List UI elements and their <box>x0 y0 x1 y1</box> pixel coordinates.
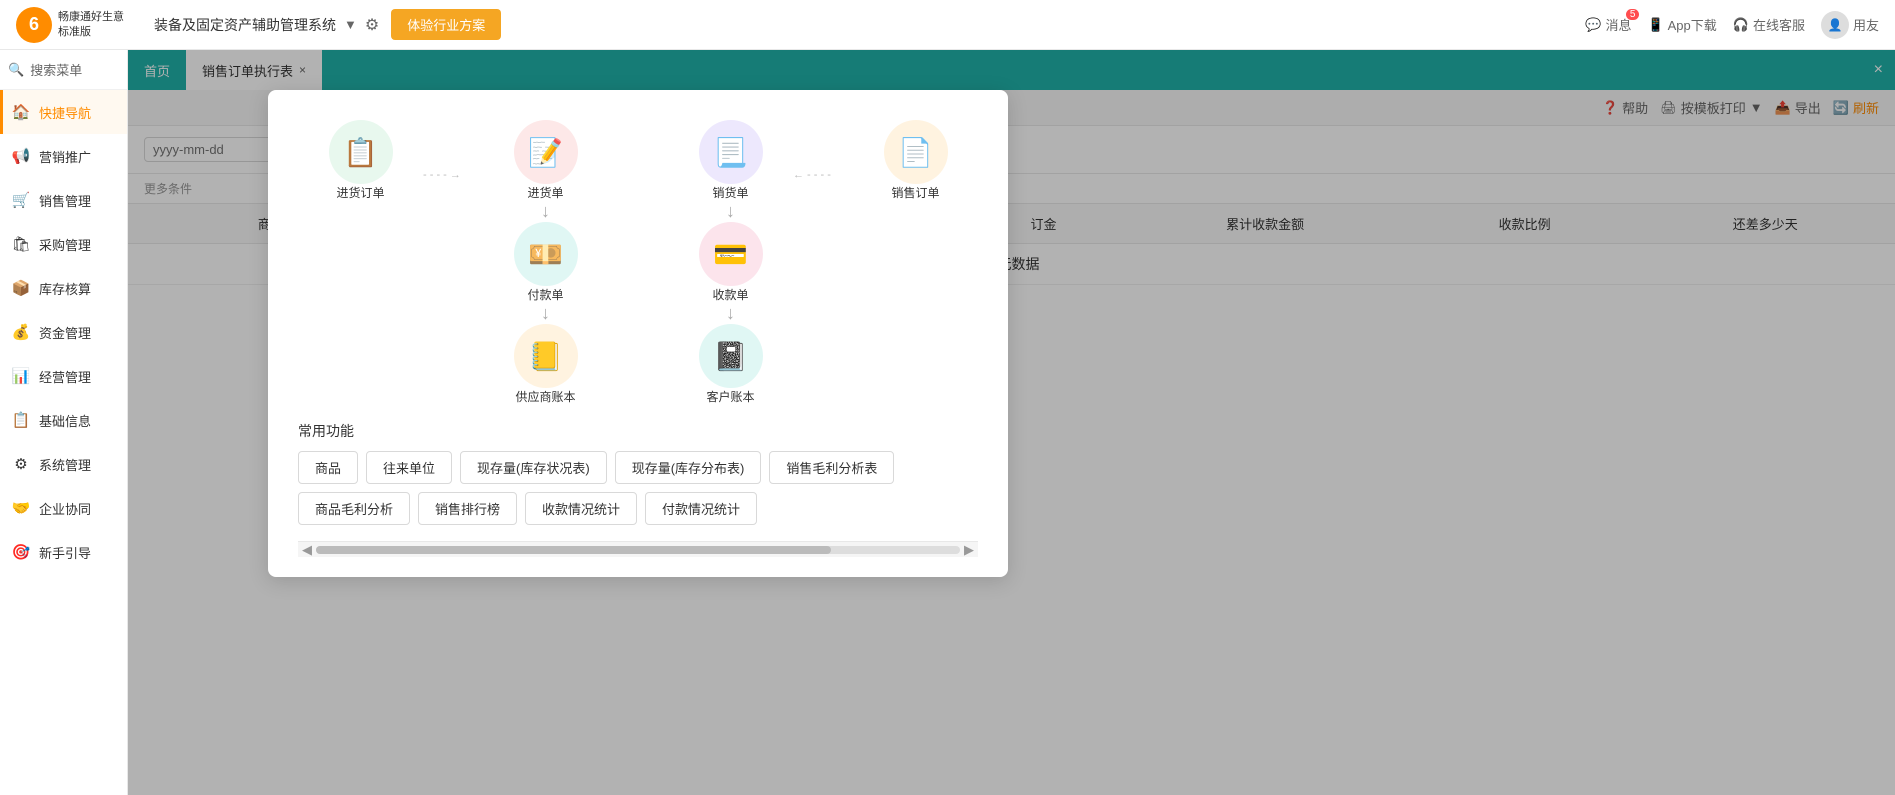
purchase-icon: 🛍 <box>11 234 31 254</box>
common-btn-stock-status[interactable]: 现存量(库存状况表) <box>460 451 607 484</box>
receipt-node[interactable]: 💳 <box>699 222 763 286</box>
scroll-track[interactable] <box>316 546 960 554</box>
purchase-order-label: 进货订单 <box>336 184 384 201</box>
receipt-label: 收款单 <box>712 286 748 303</box>
message-btn[interactable]: 💬 消息 5 <box>1585 15 1631 34</box>
supplier-ledger-icon: 📒 <box>528 340 563 373</box>
avatar: 👤 <box>1821 11 1849 39</box>
sidebar-item-inventory[interactable]: 📦 库存核算 <box>0 266 127 310</box>
common-btn-stock-dist[interactable]: 现存量(库存分布表) <box>615 451 762 484</box>
service-icon: 🎧 <box>1733 17 1749 33</box>
customer-ledger-icon: 📓 <box>713 340 748 373</box>
marketing-icon: 📢 <box>11 146 31 166</box>
sales-order-node[interactable]: 📄 <box>884 120 948 184</box>
sidebar-item-finance[interactable]: 💰 资金管理 <box>0 310 127 354</box>
system-title: 装备及固定资产辅助管理系统 <box>154 15 336 35</box>
receipt-icon: 💳 <box>713 238 748 271</box>
download-icon: 📱 <box>1647 17 1663 33</box>
app-logo: 6 <box>16 7 52 43</box>
quick-nav-icon: 🏠 <box>11 102 31 122</box>
payment-node[interactable]: 💴 <box>514 222 578 286</box>
user-area[interactable]: 👤 用友 <box>1821 11 1879 39</box>
sidebar-item-guide[interactable]: 🎯 新手引导 <box>0 530 127 574</box>
system-dropdown[interactable]: ▼ <box>344 17 357 32</box>
common-btn-sales-gross[interactable]: 销售毛利分析表 <box>769 451 894 484</box>
trial-button[interactable]: 体验行业方案 <box>391 9 501 40</box>
sales-bill-node[interactable]: 📃 <box>699 120 763 184</box>
purchase-order-icon: 📋 <box>343 136 378 169</box>
logo-text: 畅康通好生意 标准版 <box>58 10 124 39</box>
sidebar-item-basic[interactable]: 📋 基础信息 <box>0 398 127 442</box>
customer-ledger-node[interactable]: 📓 <box>699 324 763 388</box>
finance-icon: 💰 <box>11 322 31 342</box>
common-btn-parties[interactable]: 往来单位 <box>366 451 452 484</box>
scroll-right-btn[interactable]: ▶ <box>964 542 974 558</box>
system-icon: ⚙ <box>11 454 31 474</box>
payment-label: 付款单 <box>527 286 563 303</box>
sidebar-item-enterprise[interactable]: 🤝 企业协同 <box>0 486 127 530</box>
purchase-order-node[interactable]: 📋 <box>329 120 393 184</box>
message-icon: 💬 <box>1585 17 1601 33</box>
sales-icon: 🛒 <box>11 190 31 210</box>
inventory-icon: 📦 <box>11 278 31 298</box>
flow-modal: 📋 进货订单 - - - - → 📝 <box>268 90 1008 577</box>
settings-icon[interactable]: ⚙ <box>365 15 379 35</box>
sidebar-item-quick-nav[interactable]: 🏠 快捷导航 <box>0 90 127 134</box>
purchase-bill-label: 进货单 <box>527 184 563 201</box>
common-btn-sales-rank[interactable]: 销售排行榜 <box>418 492 517 525</box>
basic-icon: 📋 <box>11 410 31 430</box>
common-btn-product[interactable]: 商品 <box>298 451 358 484</box>
online-service-btn[interactable]: 🎧 在线客服 <box>1733 15 1805 34</box>
common-btn-product-gross[interactable]: 商品毛利分析 <box>298 492 410 525</box>
message-badge: 5 <box>1626 9 1640 20</box>
scroll-left-btn[interactable]: ◀ <box>302 542 312 558</box>
common-btn-receipt-stats[interactable]: 收款情况统计 <box>525 492 637 525</box>
common-functions: 常用功能 商品 往来单位 现存量(库存状况表) 现存量(库存分布表) 销售毛利分… <box>298 421 978 525</box>
supplier-ledger-label: 供应商账本 <box>515 388 575 405</box>
enterprise-icon: 🤝 <box>11 498 31 518</box>
sales-order-icon: 📄 <box>898 136 933 169</box>
scroll-thumb <box>316 546 831 554</box>
payment-icon: 💴 <box>528 238 563 271</box>
sidebar-item-operations[interactable]: 📊 经营管理 <box>0 354 127 398</box>
purchase-bill-node[interactable]: 📝 <box>514 120 578 184</box>
sales-bill-label: 销货单 <box>712 184 748 201</box>
scroll-bar: ◀ ▶ <box>298 541 978 557</box>
sales-bill-icon: 📃 <box>713 136 748 169</box>
sidebar-item-system[interactable]: ⚙ 系统管理 <box>0 442 127 486</box>
sidebar-item-marketing[interactable]: 📢 营销推广 <box>0 134 127 178</box>
purchase-bill-icon: 📝 <box>528 136 563 169</box>
sidebar-menu: 🏠 快捷导航 📢 营销推广 🛒 销售管理 🛍 采购管理 📦 库存核 <box>0 90 127 795</box>
flow-modal-overlay: 📋 进货订单 - - - - → 📝 <box>128 50 1895 795</box>
sales-order-label: 销售订单 <box>891 184 939 201</box>
common-buttons-container: 商品 往来单位 现存量(库存状况表) 现存量(库存分布表) 销售毛利分析表 商品… <box>298 451 978 525</box>
supplier-ledger-node[interactable]: 📒 <box>514 324 578 388</box>
common-functions-title: 常用功能 <box>298 421 978 441</box>
operations-icon: 📊 <box>11 366 31 386</box>
customer-ledger-label: 客户账本 <box>706 388 754 405</box>
sidebar-item-sales[interactable]: 🛒 销售管理 <box>0 178 127 222</box>
guide-icon: 🎯 <box>11 542 31 562</box>
search-icon: 🔍 <box>8 62 24 78</box>
sidebar-item-purchase[interactable]: 🛍 采购管理 <box>0 222 127 266</box>
search-menu[interactable]: 🔍 搜索菜单 <box>0 50 127 90</box>
app-download-btn[interactable]: 📱 App下载 <box>1647 15 1716 34</box>
common-btn-payment-stats[interactable]: 付款情况统计 <box>645 492 757 525</box>
